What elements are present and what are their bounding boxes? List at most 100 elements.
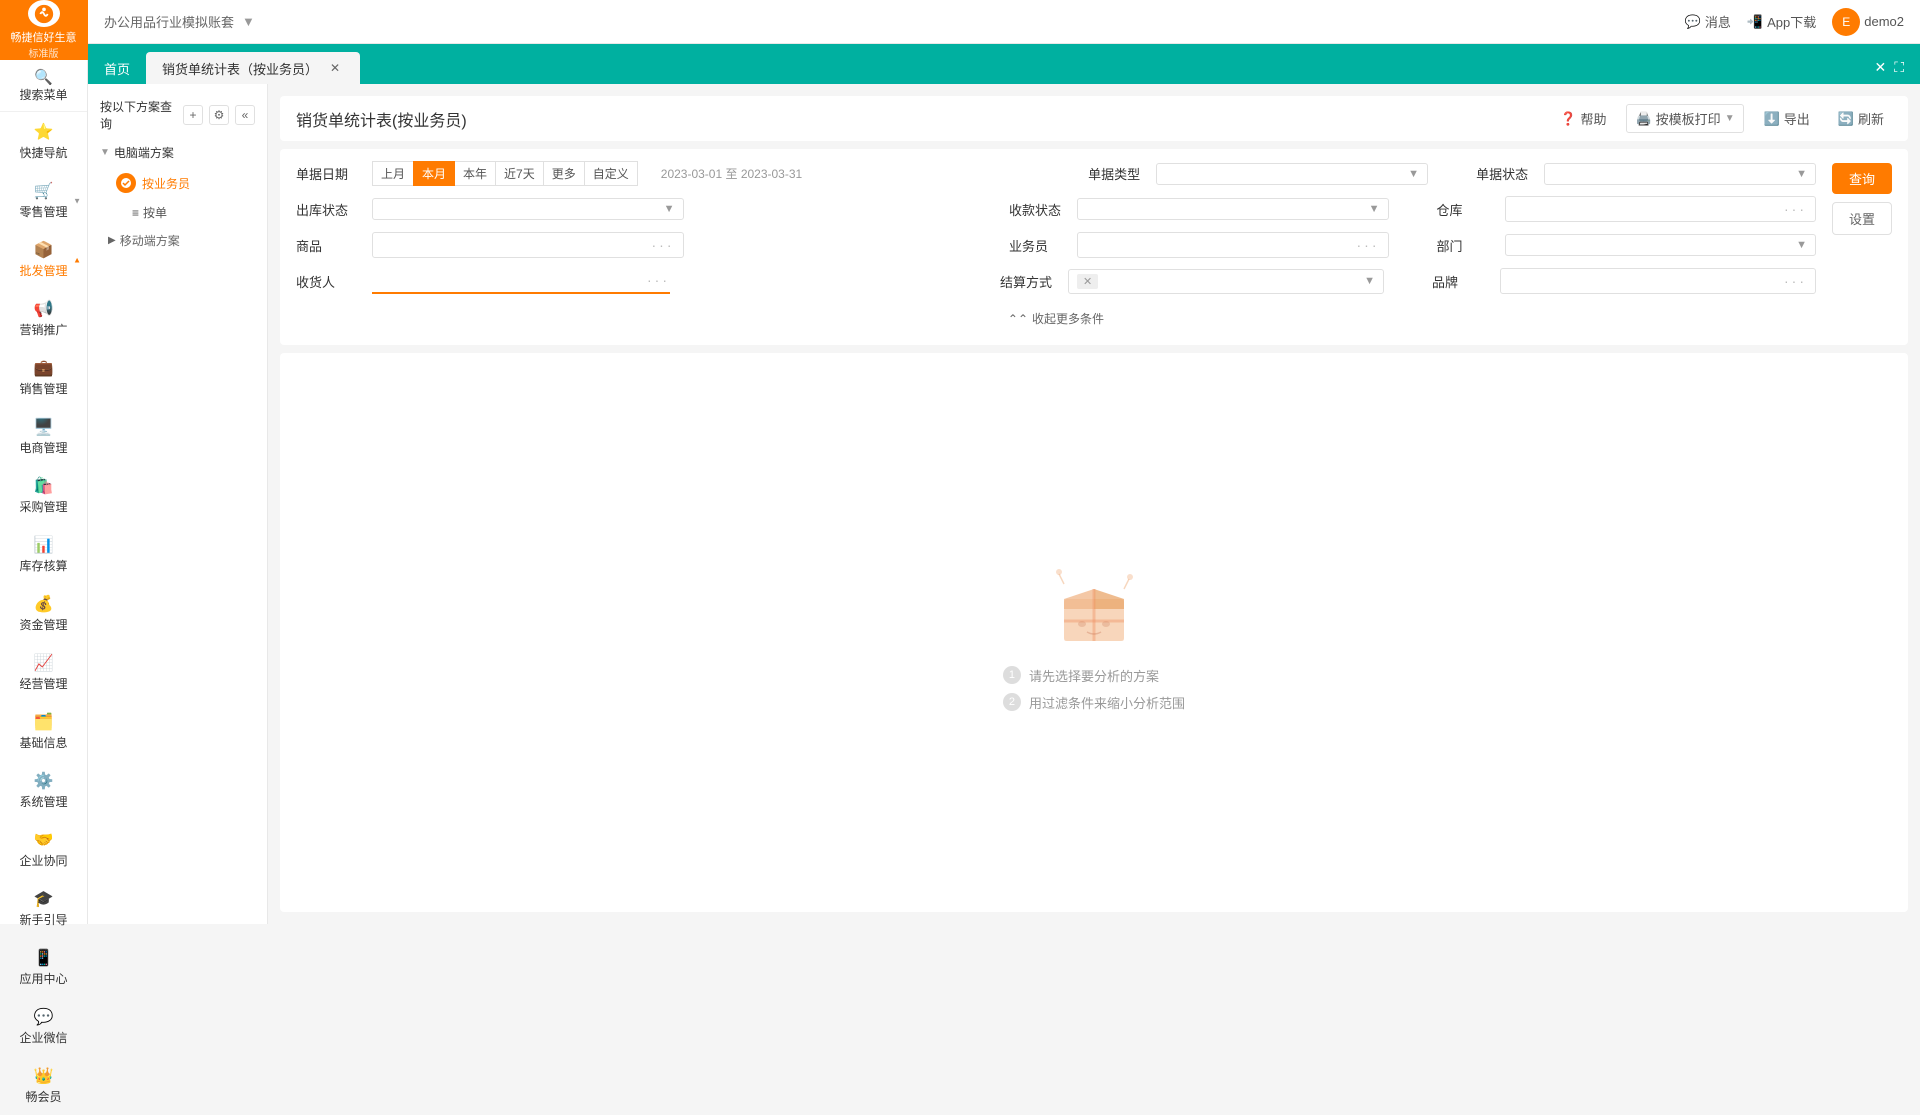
topbar: 办公用品行业模拟账套 ▼ 💬 消息 📲 App下载 E demo2 <box>88 0 1920 44</box>
query-btn[interactable]: 查询 <box>1832 163 1892 194</box>
topbar-app-btn[interactable]: 📲 App下载 <box>1747 12 1816 31</box>
print-icon: 🖨️ <box>1635 111 1651 127</box>
tab-home[interactable]: 首页 <box>88 52 146 84</box>
sidebar-item-newbie[interactable]: 🎓 新手引导 <box>0 879 87 938</box>
payment-tag-close[interactable]: ✕ <box>1083 275 1092 288</box>
tab-close-btn[interactable]: ✕ <box>326 59 344 77</box>
date-btn-current-month[interactable]: 本月 <box>413 161 455 186</box>
payment-method-select[interactable]: ✕ ▼ <box>1068 269 1384 294</box>
refresh-btn[interactable]: 🔄 刷新 <box>1830 105 1892 132</box>
empty-illustration <box>1044 554 1144 654</box>
print-btn[interactable]: 🖨️ 按模板打印 ▼ <box>1626 104 1743 133</box>
settings-btn[interactable]: 设置 <box>1832 202 1892 235</box>
sidebar-item-system[interactable]: ⚙️ 系统管理 <box>0 761 87 820</box>
panel-header-icons: + ⚙ « <box>183 105 255 125</box>
product-input[interactable]: ··· <box>372 232 684 258</box>
warehouse-dots: ··· <box>1784 201 1807 217</box>
recipient-input[interactable]: ··· <box>372 268 670 294</box>
sidebar-item-purchase[interactable]: 🛍️ 采购管理 <box>0 466 87 525</box>
collect-status-select[interactable]: ▼ <box>1077 198 1389 220</box>
sidebar-item-member[interactable]: 👑 畅会员 <box>0 1056 87 1115</box>
sidebar-item-sales[interactable]: 💼 销售管理 <box>0 348 87 407</box>
payment-method-arrow: ▼ <box>1364 275 1375 287</box>
empty-hint-2: 2 用过滤条件来缩小分析范围 <box>1003 693 1185 712</box>
app-logo[interactable]: 畅捷信好生意 标准版 <box>0 0 88 60</box>
filter-action-btns: 查询 设置 <box>1832 161 1892 333</box>
date-btn-this-year[interactable]: 本年 <box>454 161 496 186</box>
tab-close-window-icon[interactable]: ✕ <box>1874 59 1886 76</box>
page-header: 销货单统计表(按业务员) ❓ 帮助 🖨️ 按模板打印 ▼ ⬇️ 导出 <box>280 96 1908 141</box>
topbar-user-btn[interactable]: E demo2 <box>1832 8 1904 36</box>
topbar-left: 办公用品行业模拟账套 ▼ <box>104 12 255 31</box>
sidebar-item-marketing[interactable]: 📢 营销推广 <box>0 289 87 348</box>
brand-dots: ··· <box>1784 273 1807 289</box>
ship-status-label: 出库状态 <box>296 200 356 219</box>
tab-expand-icon[interactable]: ⛶ <box>1894 59 1904 76</box>
export-icon: ⬇️ <box>1764 111 1780 127</box>
warehouse-input[interactable]: ··· <box>1505 196 1817 222</box>
doc-type-select[interactable]: ▼ <box>1156 163 1428 185</box>
topbar-msg-btn[interactable]: 💬 消息 <box>1685 12 1731 31</box>
sidebar-item-finance[interactable]: 💰 资金管理 <box>0 584 87 643</box>
salesperson-dots: ··· <box>1357 237 1380 253</box>
sidebar-item-base[interactable]: 🗂️ 基础信息 <box>0 702 87 761</box>
salesperson-label: 业务员 <box>1009 236 1061 255</box>
sidebar-item-appstore[interactable]: 📱 应用中心 <box>0 938 87 997</box>
filter-row-recipient: 收货人 ··· 结算方式 ✕ <box>296 268 1816 294</box>
sub-item-icon: ≡ <box>132 206 139 220</box>
warehouse-label: 仓库 <box>1437 200 1489 219</box>
sidebar-item-shortcuts[interactable]: ⭐ 快捷导航 <box>0 112 87 171</box>
logo-icon <box>28 0 60 27</box>
date-btn-custom[interactable]: 自定义 <box>584 161 638 186</box>
panel-setting-btn[interactable]: ⚙ <box>209 105 229 125</box>
export-btn[interactable]: ⬇️ 导出 <box>1756 105 1818 132</box>
dept-select[interactable]: ▼ <box>1505 234 1817 256</box>
product-label: 商品 <box>296 236 356 255</box>
recipient-label: 收货人 <box>296 272 356 291</box>
brand-input[interactable]: ··· <box>1500 268 1816 294</box>
salesperson-input[interactable]: ··· <box>1077 232 1389 258</box>
page-title: 销货单统计表(按业务员) <box>296 107 467 131</box>
date-label: 单据日期 <box>296 164 356 183</box>
sidebar-item-enterprise[interactable]: 🤝 企业协同 <box>0 820 87 879</box>
print-dropdown-icon: ▼ <box>1725 113 1735 124</box>
tab-maximize-area: ✕ ⛶ <box>1874 59 1904 84</box>
sidebar-item-search[interactable]: 🔍 搜索菜单 <box>0 60 87 112</box>
date-btn-last-month[interactable]: 上月 <box>372 161 414 186</box>
ship-status-select[interactable]: ▼ <box>372 198 684 220</box>
doc-status-select[interactable]: ▼ <box>1544 163 1816 185</box>
sidebar-item-retail[interactable]: 🛒 零售管理 <box>0 171 87 230</box>
sidebar-item-operations[interactable]: 📈 经营管理 <box>0 643 87 702</box>
collapse-btn[interactable]: ⌃⌃ 收起更多条件 <box>296 304 1816 333</box>
sidebar-item-inventory[interactable]: 📊 库存核算 <box>0 525 87 584</box>
panel-collapse-btn[interactable]: « <box>235 105 255 125</box>
panel-mobile-section[interactable]: ▶ 移动端方案 <box>88 226 267 255</box>
panel-item-by-salesperson[interactable]: 按业务员 <box>88 167 267 199</box>
empty-hint-1: 1 请先选择要分析的方案 <box>1003 666 1185 685</box>
panel-sub-item-by-order[interactable]: ≡ 按单 <box>88 199 267 226</box>
sidebar-item-wholesale[interactable]: 📦 批发管理 <box>0 230 87 289</box>
date-range-text: 2023-03-01 至 2023-03-31 <box>661 165 802 182</box>
empty-hints: 1 请先选择要分析的方案 2 用过滤条件来缩小分析范围 <box>1003 666 1185 712</box>
tab-sales-stat[interactable]: 销货单统计表（按业务员） ✕ <box>146 52 360 84</box>
help-btn[interactable]: ❓ 帮助 <box>1552 105 1614 132</box>
date-btn-more[interactable]: 更多 <box>543 161 585 186</box>
date-btn-7days[interactable]: 近7天 <box>495 161 544 186</box>
left-panel: 按以下方案查询 + ⚙ « ▼ 电脑端方案 <box>88 84 268 924</box>
panel-desktop-section[interactable]: ▼ 电脑端方案 <box>88 138 267 167</box>
filter-row-product: 商品 ··· 业务员 ··· <box>296 232 1816 258</box>
page-actions: ❓ 帮助 🖨️ 按模板打印 ▼ ⬇️ 导出 🔄 刷新 <box>1552 104 1892 133</box>
sidebar-item-wechat[interactable]: 💬 企业微信 <box>0 997 87 1056</box>
sidebar: 畅捷信好生意 标准版 🔍 搜索菜单 ⭐ 快捷导航 🛒 零售管理 📦 批发管理 📢… <box>0 0 88 924</box>
brand-label: 品牌 <box>1432 272 1484 291</box>
topbar-breadcrumb: 办公用品行业模拟账套 <box>104 12 234 31</box>
date-btn-group: 上月 本月 本年 近7天 更多 自定义 <box>372 161 637 186</box>
sidebar-item-ecommerce[interactable]: 🖥️ 电商管理 <box>0 407 87 466</box>
topbar-dropdown-icon[interactable]: ▼ <box>242 14 255 29</box>
tabbar: 首页 销货单统计表（按业务员） ✕ ✕ ⛶ <box>88 44 1920 84</box>
filter-row-status: 出库状态 ▼ 收款状态 ▼ <box>296 196 1816 222</box>
panel-add-btn[interactable]: + <box>183 105 203 125</box>
app-name-label: 畅捷信好生意 <box>11 29 77 45</box>
hint-num-2: 2 <box>1003 693 1021 711</box>
doc-status-label: 单据状态 <box>1476 164 1528 183</box>
